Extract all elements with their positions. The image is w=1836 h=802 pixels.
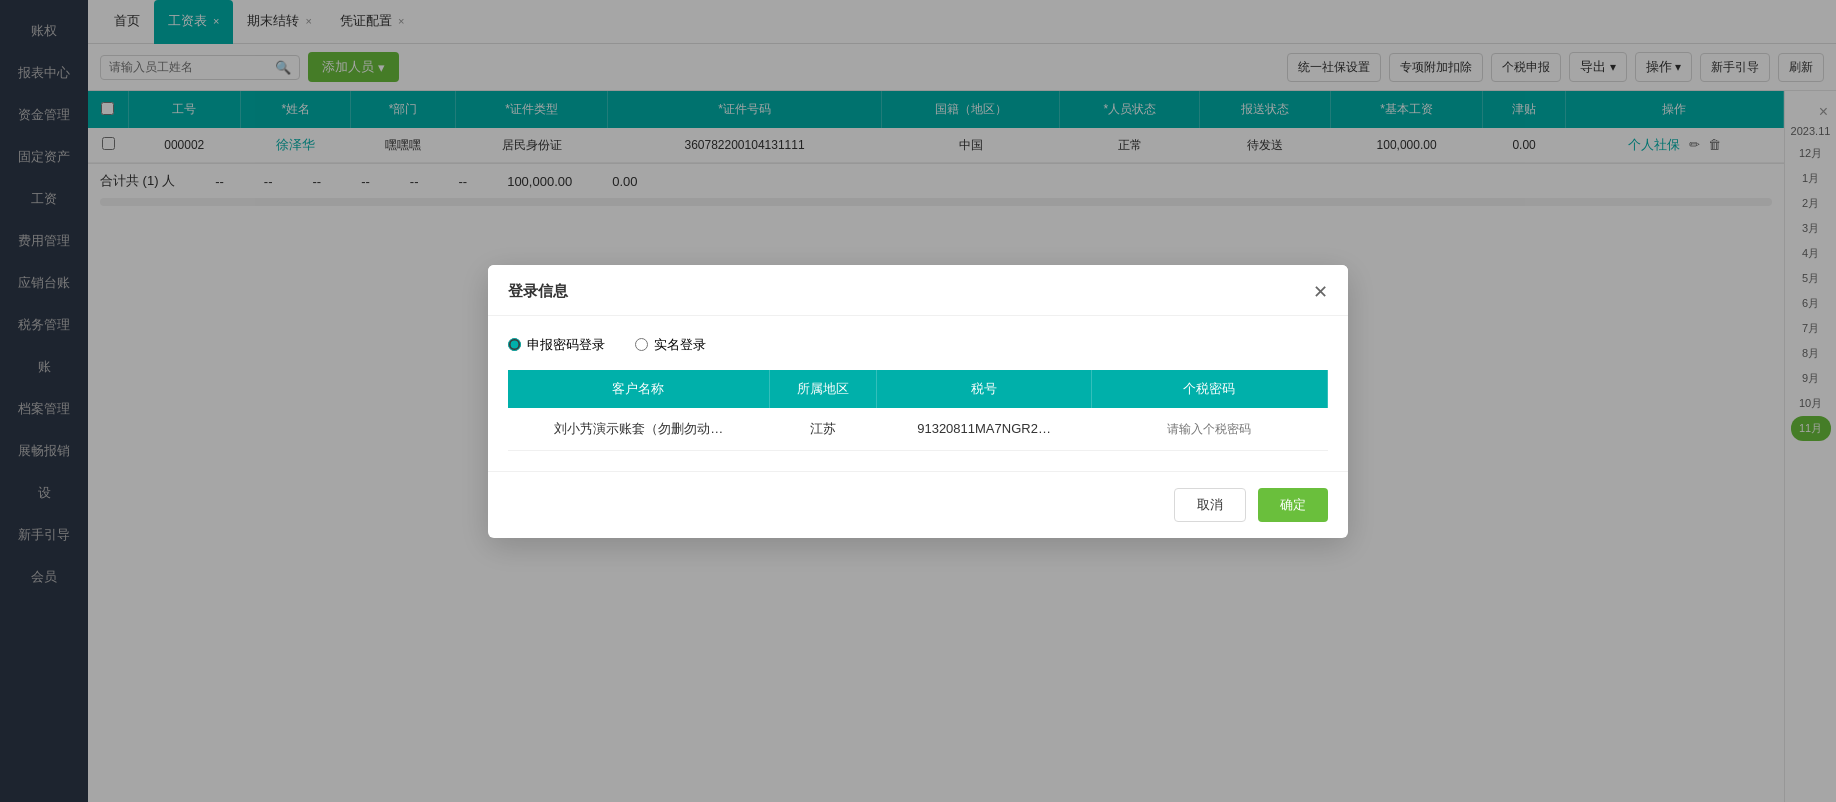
dialog-tax-no: 91320811MA7NGR2… [877,408,1092,451]
dialog-title: 登录信息 [508,282,568,301]
dialog-footer: 取消 确定 [488,471,1348,538]
login-dialog: 登录信息 ✕ 申报密码登录 实名登录 客户名称 所属地区 [488,265,1348,538]
dialog-col-client: 客户名称 [508,370,769,408]
radio-realname-label[interactable]: 实名登录 [635,336,706,354]
dialog-col-taxno: 税号 [877,370,1092,408]
dialog-table: 客户名称 所属地区 税号 个税密码 刘小艿演示账套（勿删勿动… 江苏 91320… [508,370,1328,451]
dialog-col-password: 个税密码 [1091,370,1327,408]
radio-row: 申报密码登录 实名登录 [508,336,1328,354]
radio-password-label[interactable]: 申报密码登录 [508,336,605,354]
dialog-password-cell [1091,408,1327,451]
cancel-button[interactable]: 取消 [1174,488,1246,522]
dialog-region: 江苏 [769,408,876,451]
dialog-body: 申报密码登录 实名登录 客户名称 所属地区 税号 个税密码 [488,316,1348,471]
radio-realname[interactable] [635,338,648,351]
confirm-button[interactable]: 确定 [1258,488,1328,522]
dialog-table-row: 刘小艿演示账套（勿删勿动… 江苏 91320811MA7NGR2… [508,408,1328,451]
dialog-client-name: 刘小艿演示账套（勿删勿动… [508,408,769,451]
dialog-close-button[interactable]: ✕ [1313,281,1328,303]
radio-password[interactable] [508,338,521,351]
dialog-overlay: 登录信息 ✕ 申报密码登录 实名登录 客户名称 所属地区 [0,0,1836,802]
tax-password-input[interactable] [1105,422,1313,436]
dialog-header: 登录信息 ✕ [488,265,1348,316]
dialog-col-region: 所属地区 [769,370,876,408]
